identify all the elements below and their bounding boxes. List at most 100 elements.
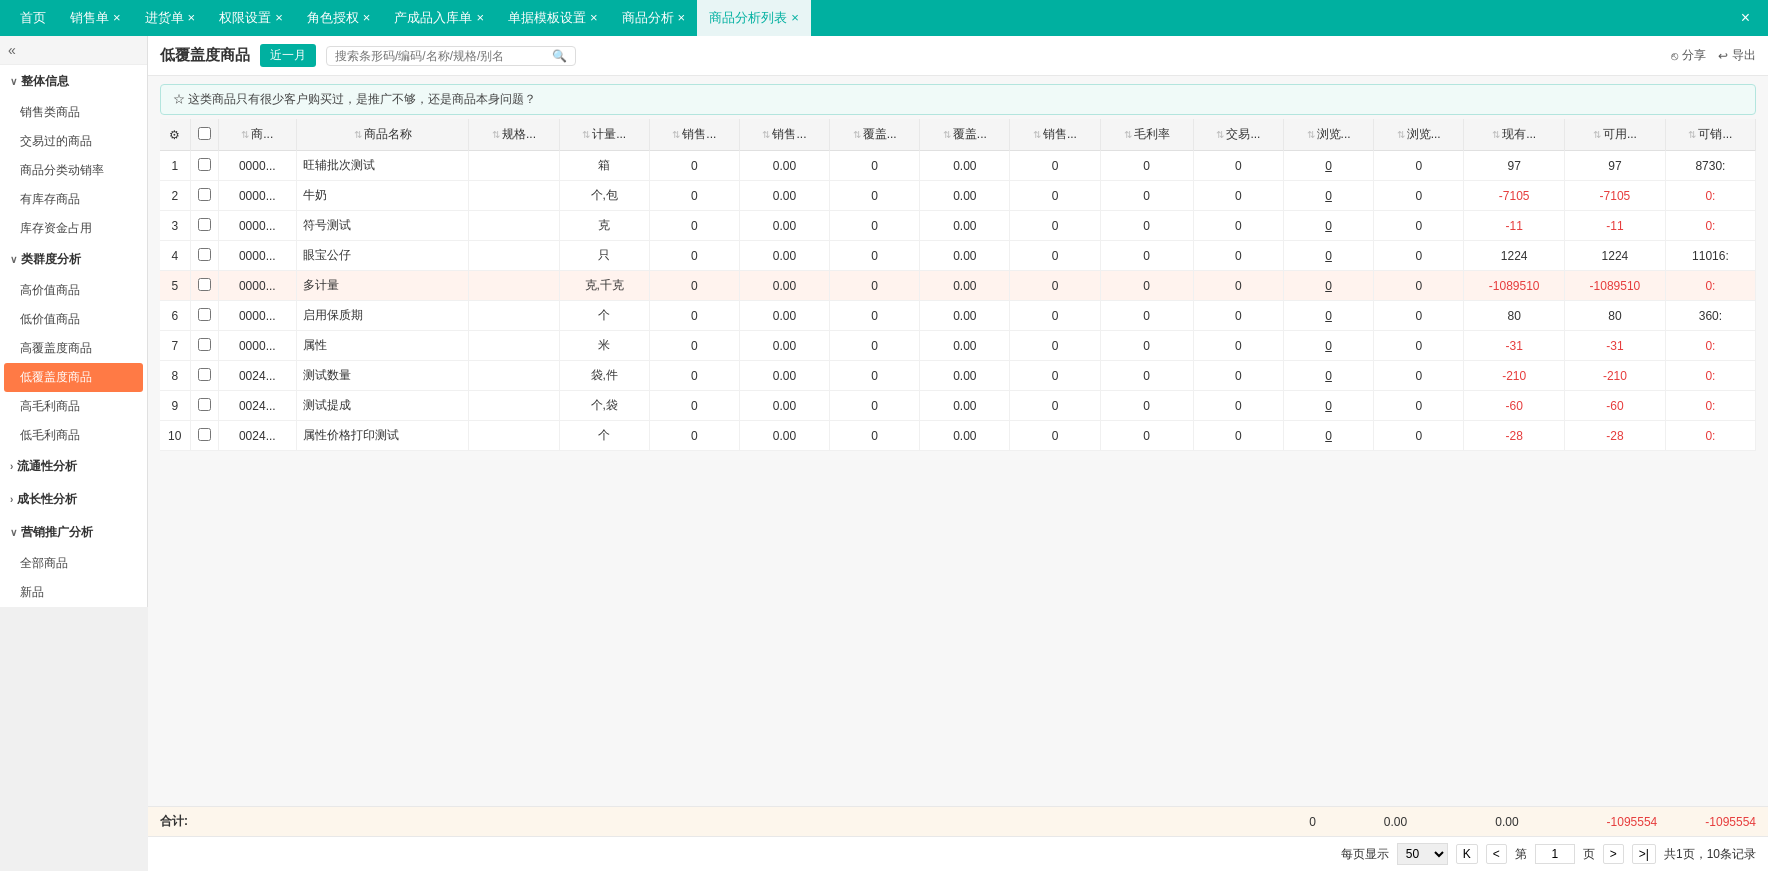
- row-checkbox[interactable]: [190, 391, 218, 421]
- row-browse2: 0: [1374, 151, 1464, 181]
- col-current[interactable]: ⇅现有...: [1464, 119, 1565, 151]
- col-settings[interactable]: ⚙: [160, 119, 190, 151]
- col-gross-margin[interactable]: ⇅毛利率: [1100, 119, 1193, 151]
- row-sales2: 0.00: [739, 211, 829, 241]
- row-sku: 0000...: [218, 181, 297, 211]
- sidebar-item-high-coverage[interactable]: 高覆盖度商品: [0, 334, 147, 363]
- col-browse2[interactable]: ⇅浏览...: [1374, 119, 1464, 151]
- row-browse2: 0: [1374, 331, 1464, 361]
- time-filter-button[interactable]: 近一月: [260, 44, 316, 67]
- col-cov1[interactable]: ⇅覆盖...: [830, 119, 920, 151]
- sidebar-item-high-margin[interactable]: 高毛利商品: [0, 392, 147, 421]
- page-number-input[interactable]: [1535, 844, 1575, 864]
- sidebar-item-new-goods[interactable]: 新品: [0, 578, 147, 607]
- export-button[interactable]: ↩ 导出: [1718, 47, 1756, 64]
- row-browse1[interactable]: 0: [1283, 331, 1373, 361]
- row-cov2: 0.00: [920, 151, 1010, 181]
- row-browse1[interactable]: 0: [1283, 271, 1373, 301]
- col-transaction[interactable]: ⇅交易...: [1193, 119, 1283, 151]
- row-browse1[interactable]: 0: [1283, 361, 1373, 391]
- next-page-button[interactable]: >: [1603, 844, 1624, 864]
- prev-page-button[interactable]: <: [1486, 844, 1507, 864]
- nav-template-settings[interactable]: 单据模板设置 ×: [496, 0, 610, 36]
- nav-product-analysis-list[interactable]: 商品分析列表 ×: [697, 0, 811, 36]
- row-unit: 个,袋: [559, 391, 649, 421]
- share-button[interactable]: ⎋ 分享: [1671, 47, 1706, 64]
- nav-purchase[interactable]: 进货单 ×: [133, 0, 208, 36]
- sidebar-section-growth[interactable]: › 成长性分析: [0, 483, 147, 516]
- table-row: 2 0000... 牛奶 个,包 0 0.00 0 0.00 0 0 0 0 0…: [160, 181, 1756, 211]
- col-sku[interactable]: ⇅商...: [218, 119, 297, 151]
- row-sales3: 0: [1010, 151, 1100, 181]
- sidebar-item-category-rate[interactable]: 商品分类动销率: [0, 156, 147, 185]
- per-page-select[interactable]: 20 50 100: [1397, 843, 1448, 865]
- col-checkbox[interactable]: [190, 119, 218, 151]
- row-checkbox[interactable]: [190, 301, 218, 331]
- sidebar-item-high-value[interactable]: 高价值商品: [0, 276, 147, 305]
- row-checkbox[interactable]: [190, 241, 218, 271]
- sidebar-item-low-margin[interactable]: 低毛利商品: [0, 421, 147, 450]
- col-spec[interactable]: ⇅规格...: [469, 119, 559, 151]
- search-input[interactable]: [335, 49, 548, 63]
- row-browse1[interactable]: 0: [1283, 181, 1373, 211]
- col-cov2[interactable]: ⇅覆盖...: [920, 119, 1010, 151]
- chevron-right-icon: ›: [10, 461, 13, 472]
- row-checkbox[interactable]: [190, 421, 218, 451]
- row-cov2: 0.00: [920, 391, 1010, 421]
- sidebar-section-flow[interactable]: › 流通性分析: [0, 450, 147, 483]
- nav-sales[interactable]: 销售单 ×: [58, 0, 133, 36]
- sidebar-item-in-stock[interactable]: 有库存商品: [0, 185, 147, 214]
- nav-permissions[interactable]: 权限设置 ×: [207, 0, 295, 36]
- row-unit: 袋,件: [559, 361, 649, 391]
- row-browse1[interactable]: 0: [1283, 241, 1373, 271]
- col-name[interactable]: ⇅商品名称: [297, 119, 469, 151]
- col-sales1[interactable]: ⇅销售...: [649, 119, 739, 151]
- row-sales3: 0: [1010, 181, 1100, 211]
- sidebar-section-overall[interactable]: ∨ 整体信息: [0, 65, 147, 98]
- sidebar-item-sales-goods[interactable]: 销售类商品: [0, 98, 147, 127]
- col-unit[interactable]: ⇅计量...: [559, 119, 649, 151]
- sidebar-item-low-value[interactable]: 低价值商品: [0, 305, 147, 334]
- content-area: 低覆盖度商品 近一月 🔍 ⎋ 分享 ↩ 导出 ☆ 这类商品只有很少客户购买过，是…: [148, 36, 1768, 871]
- col-saleable[interactable]: ⇅可销...: [1665, 119, 1755, 151]
- first-page-button[interactable]: K: [1456, 844, 1478, 864]
- row-available: 80: [1565, 301, 1666, 331]
- row-checkbox[interactable]: [190, 181, 218, 211]
- search-icon[interactable]: 🔍: [552, 49, 567, 63]
- sidebar-item-stock-capital[interactable]: 库存资金占用: [0, 214, 147, 243]
- col-browse1[interactable]: ⇅浏览...: [1283, 119, 1373, 151]
- nav-product-analysis[interactable]: 商品分析 ×: [610, 0, 698, 36]
- row-checkbox[interactable]: [190, 331, 218, 361]
- nav-roles[interactable]: 角色授权 ×: [295, 0, 383, 36]
- sidebar-item-low-coverage[interactable]: 低覆盖度商品: [4, 363, 143, 392]
- row-browse1[interactable]: 0: [1283, 391, 1373, 421]
- row-browse1[interactable]: 0: [1283, 151, 1373, 181]
- row-checkbox[interactable]: [190, 271, 218, 301]
- row-browse2: 0: [1374, 181, 1464, 211]
- sidebar-item-traded-goods[interactable]: 交易过的商品: [0, 127, 147, 156]
- row-cov2: 0.00: [920, 361, 1010, 391]
- collapse-sidebar-btn[interactable]: «: [8, 42, 16, 58]
- row-current: -210: [1464, 361, 1565, 391]
- row-browse1[interactable]: 0: [1283, 421, 1373, 451]
- row-browse1[interactable]: 0: [1283, 301, 1373, 331]
- table-row: 10 0024... 属性价格打印测试 个 0 0.00 0 0.00 0 0 …: [160, 421, 1756, 451]
- row-browse2: 0: [1374, 211, 1464, 241]
- row-sales1: 0: [649, 331, 739, 361]
- close-all-tabs[interactable]: ×: [1731, 9, 1760, 27]
- nav-product-warehouse[interactable]: 产成品入库单 ×: [382, 0, 496, 36]
- sidebar-section-cluster[interactable]: ∨ 类群度分析: [0, 243, 147, 276]
- col-available[interactable]: ⇅可用...: [1565, 119, 1666, 151]
- row-checkbox[interactable]: [190, 151, 218, 181]
- nav-home[interactable]: 首页: [8, 0, 58, 36]
- col-sales3[interactable]: ⇅销售...: [1010, 119, 1100, 151]
- last-page-button[interactable]: >|: [1632, 844, 1656, 864]
- row-checkbox[interactable]: [190, 211, 218, 241]
- row-checkbox[interactable]: [190, 361, 218, 391]
- sidebar-item-all-goods[interactable]: 全部商品: [0, 549, 147, 578]
- row-spec: [469, 361, 559, 391]
- sidebar-section-marketing[interactable]: ∨ 营销推广分析: [0, 516, 147, 549]
- select-all-checkbox[interactable]: [198, 127, 211, 140]
- col-sales2[interactable]: ⇅销售...: [739, 119, 829, 151]
- row-browse1[interactable]: 0: [1283, 211, 1373, 241]
